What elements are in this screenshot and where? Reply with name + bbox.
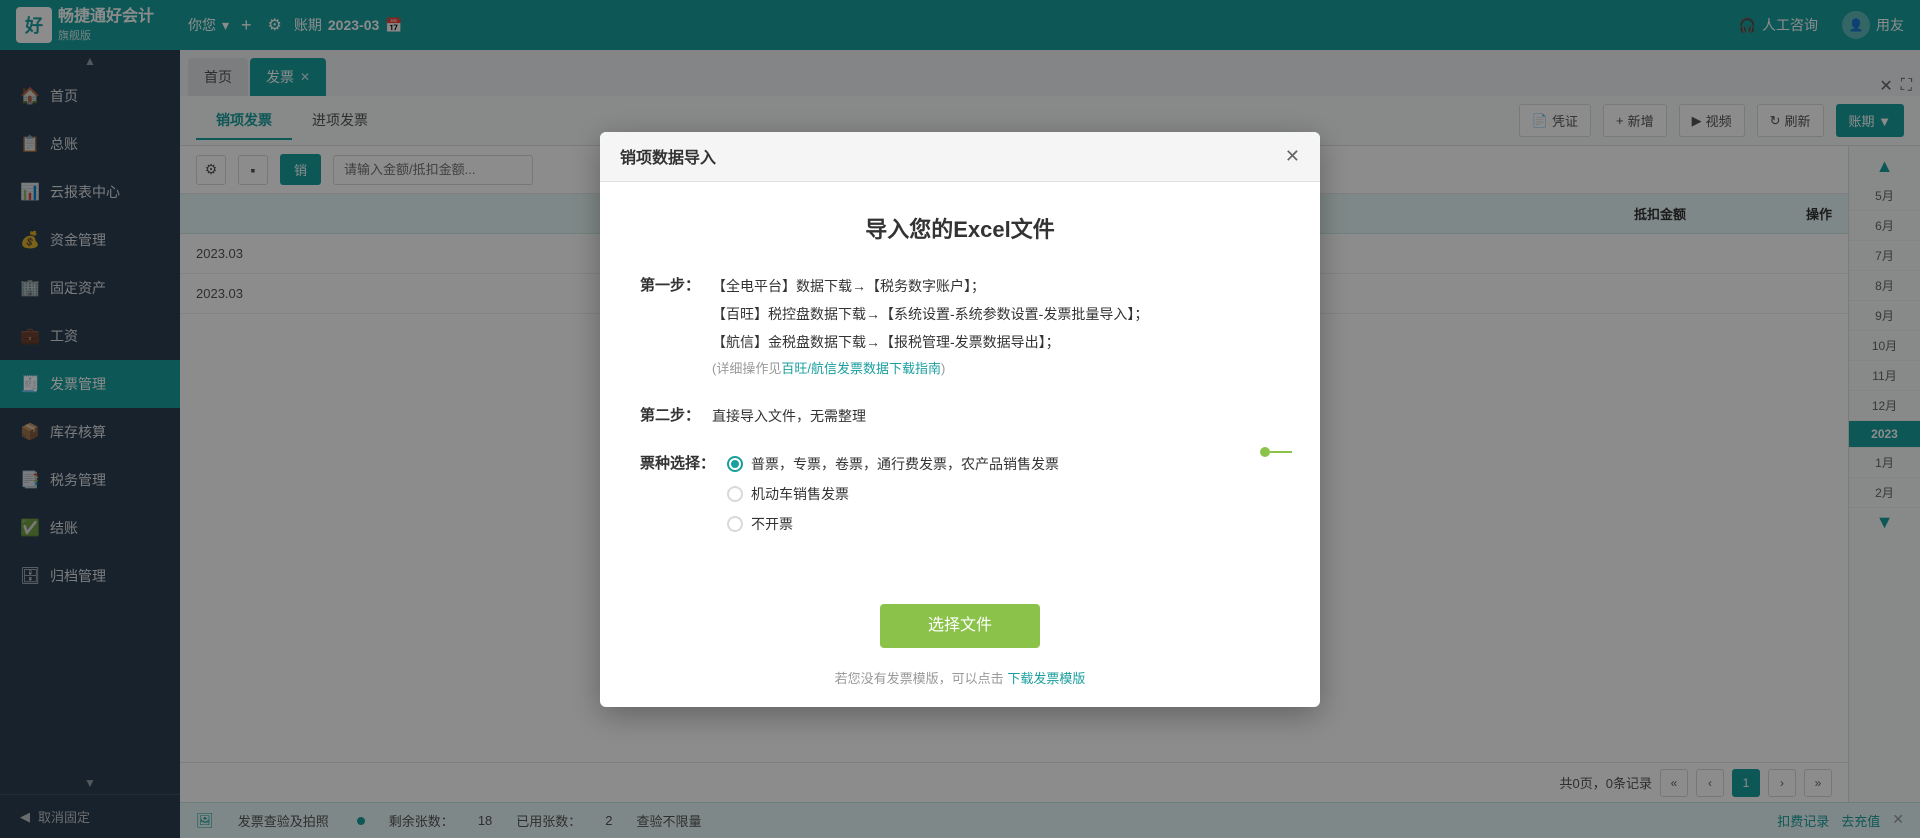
radio-car-circle <box>727 486 743 502</box>
step1-line3: 【航信】金税盘数据下载→【报税管理-发票数据导出】； <box>712 328 1148 356</box>
step1-label: 第一步： <box>640 274 700 382</box>
radio-common-circle <box>727 456 743 472</box>
radio-group: 普票，专票，卷票，通行费发票，农产品销售发票 机动车销售发票 不开票 <box>727 454 1059 534</box>
tooltip-dot <box>1260 447 1270 457</box>
step2-text: 直接导入文件，无需整理 <box>712 402 866 430</box>
modal-footer: 若您没有发票模版，可以点击 下载发票模版 <box>600 668 1320 707</box>
radio-common[interactable]: 普票，专票，卷票，通行费发票，农产品销售发票 <box>727 454 1059 474</box>
modal-main-title: 导入您的Excel文件 <box>640 212 1280 244</box>
radio-common-label: 普票，专票，卷票，通行费发票，农产品销售发票 <box>751 454 1059 474</box>
step1-content: 【全电平台】数据下载→【税务数字账户】； 【百旺】税控盘数据下载→【系统设置-系… <box>712 272 1148 382</box>
modal-overlay: 销项数据导入 ✕ 导入您的Excel文件 第一步： 【全电平台】数据下载→【税务… <box>0 0 1920 838</box>
download-template-link[interactable]: 下载发票模版 <box>1007 671 1085 686</box>
select-file-btn[interactable]: 选择文件 <box>880 604 1040 648</box>
modal-header: 销项数据导入 ✕ <box>600 132 1320 182</box>
radio-car-label: 机动车销售发票 <box>751 484 849 504</box>
ticket-select: 票种选择： 普票，专票，卷票，通行费发票，农产品销售发票 机动车销售发票 不开票 <box>640 450 1280 534</box>
guide-link[interactable]: 百旺/航信发票数据下载指南 <box>781 361 941 376</box>
step2-label: 第二步： <box>640 404 700 430</box>
step1-line1: 【全电平台】数据下载→【税务数字账户】； <box>712 272 1148 300</box>
modal: 销项数据导入 ✕ 导入您的Excel文件 第一步： 【全电平台】数据下载→【税务… <box>600 132 1320 707</box>
radio-car[interactable]: 机动车销售发票 <box>727 484 1059 504</box>
tooltip-line <box>1270 451 1292 453</box>
ticket-select-label: 票种选择： <box>640 452 715 534</box>
radio-none-label: 不开票 <box>751 514 793 534</box>
modal-title: 销项数据导入 <box>620 144 716 168</box>
step1-note: (详细操作见百旺/航信发票数据下载指南) <box>712 356 1148 382</box>
modal-close-btn[interactable]: ✕ <box>1285 146 1300 167</box>
modal-step1: 第一步： 【全电平台】数据下载→【税务数字账户】； 【百旺】税控盘数据下载→【系… <box>640 272 1280 382</box>
modal-step2: 第二步： 直接导入文件，无需整理 <box>640 402 1280 430</box>
modal-body: 导入您的Excel文件 第一步： 【全电平台】数据下载→【税务数字账户】； 【百… <box>600 182 1320 584</box>
radio-none-circle <box>727 516 743 532</box>
radio-none[interactable]: 不开票 <box>727 514 1059 534</box>
step1-line2: 【百旺】税控盘数据下载→【系统设置-系统参数设置-发票批量导入】； <box>712 300 1148 328</box>
